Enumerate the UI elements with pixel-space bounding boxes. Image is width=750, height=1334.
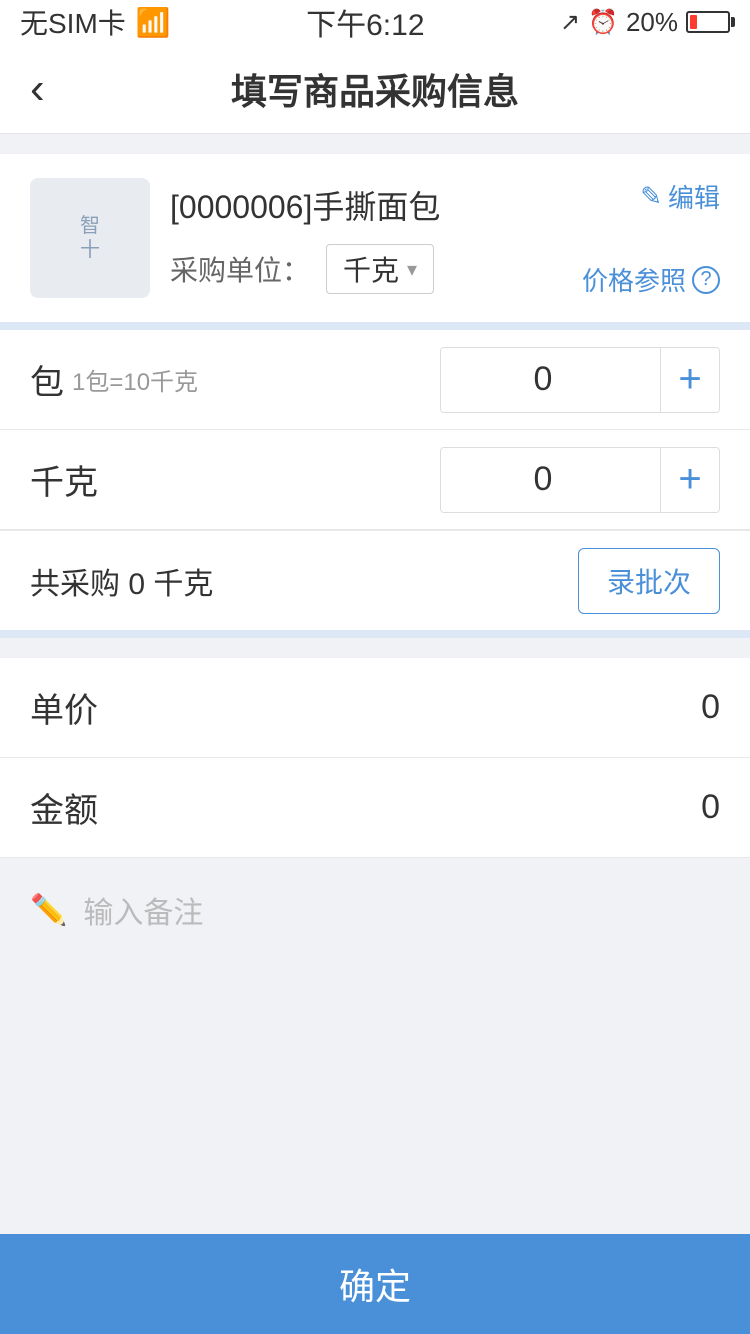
qty-input-kg[interactable]: [441, 448, 661, 512]
divider-blue-2: [0, 630, 750, 638]
label-bao: 包: [30, 355, 64, 404]
location-icon: ↗: [560, 8, 580, 37]
product-logo: 智 十: [80, 214, 100, 262]
carrier-label: 无SIM卡: [20, 2, 126, 42]
back-button[interactable]: ‹: [30, 64, 45, 114]
info-row-price: 单价 0: [0, 658, 750, 758]
label-amount: 金额: [30, 783, 98, 832]
remark-section[interactable]: ✏️ 输入备注: [0, 858, 750, 962]
battery-percent: 20%: [626, 7, 678, 38]
wifi-icon: 📶: [136, 6, 171, 39]
info-icon: ?: [692, 266, 720, 294]
chevron-down-icon: ▾: [407, 257, 417, 282]
price-ref-label: 价格参照: [582, 261, 686, 298]
info-row-amount: 金额 0: [0, 758, 750, 858]
divider-blue: [0, 322, 750, 330]
remark-placeholder: 输入备注: [83, 888, 203, 932]
batch-button[interactable]: 录批次: [578, 548, 720, 614]
label-price: 单价: [30, 683, 98, 732]
input-row-bao: 包 1包=10千克 +: [0, 330, 750, 430]
qty-plus-bao[interactable]: +: [661, 348, 719, 412]
product-card: 智 十 [0000006]手撕面包 采购单位： 千克 ▾ ✎ 编辑 价格参照 ?: [0, 154, 750, 322]
edit-icon: ✎: [640, 181, 662, 212]
input-row-kg: 千克 +: [0, 430, 750, 530]
page-title: 填写商品采购信息: [231, 63, 519, 115]
total-text: 共采购 0 千克: [30, 559, 213, 603]
info-section: 单价 0 金额 0: [0, 658, 750, 858]
sublabel-bao: 1包=10千克: [72, 362, 198, 397]
price-ref-button[interactable]: 价格参照 ?: [582, 261, 720, 298]
edit-button[interactable]: ✎ 编辑: [640, 178, 720, 215]
unit-value: 千克: [343, 249, 399, 289]
status-time: 下午6:12: [306, 0, 424, 44]
product-image: 智 十: [30, 178, 150, 298]
product-name: [0000006]手撕面包: [170, 182, 720, 228]
qty-input-bao[interactable]: [441, 348, 661, 412]
total-row: 共采购 0 千克 录批次: [0, 530, 750, 630]
confirm-button[interactable]: 确定: [0, 1234, 750, 1334]
status-bar: 无SIM卡 📶 下午6:12 ↗ ⏰ 20%: [0, 0, 750, 44]
label-kg: 千克: [30, 455, 98, 504]
unit-label: 采购单位：: [170, 249, 310, 289]
unit-select[interactable]: 千克 ▾: [326, 244, 434, 294]
input-section: 包 1包=10千克 + 千克 +: [0, 330, 750, 530]
battery-icon: [686, 11, 730, 33]
alarm-icon: ⏰: [588, 8, 618, 37]
status-right: ↗ ⏰ 20%: [560, 7, 730, 38]
qty-box-kg: +: [440, 447, 720, 513]
status-left: 无SIM卡 📶: [20, 2, 171, 42]
value-amount: 0: [701, 788, 720, 827]
qty-box-bao: +: [440, 347, 720, 413]
qty-plus-kg[interactable]: +: [661, 448, 719, 512]
nav-bar: ‹ 填写商品采购信息: [0, 44, 750, 134]
value-price: 0: [701, 688, 720, 727]
pencil-icon: ✏️: [30, 893, 67, 928]
